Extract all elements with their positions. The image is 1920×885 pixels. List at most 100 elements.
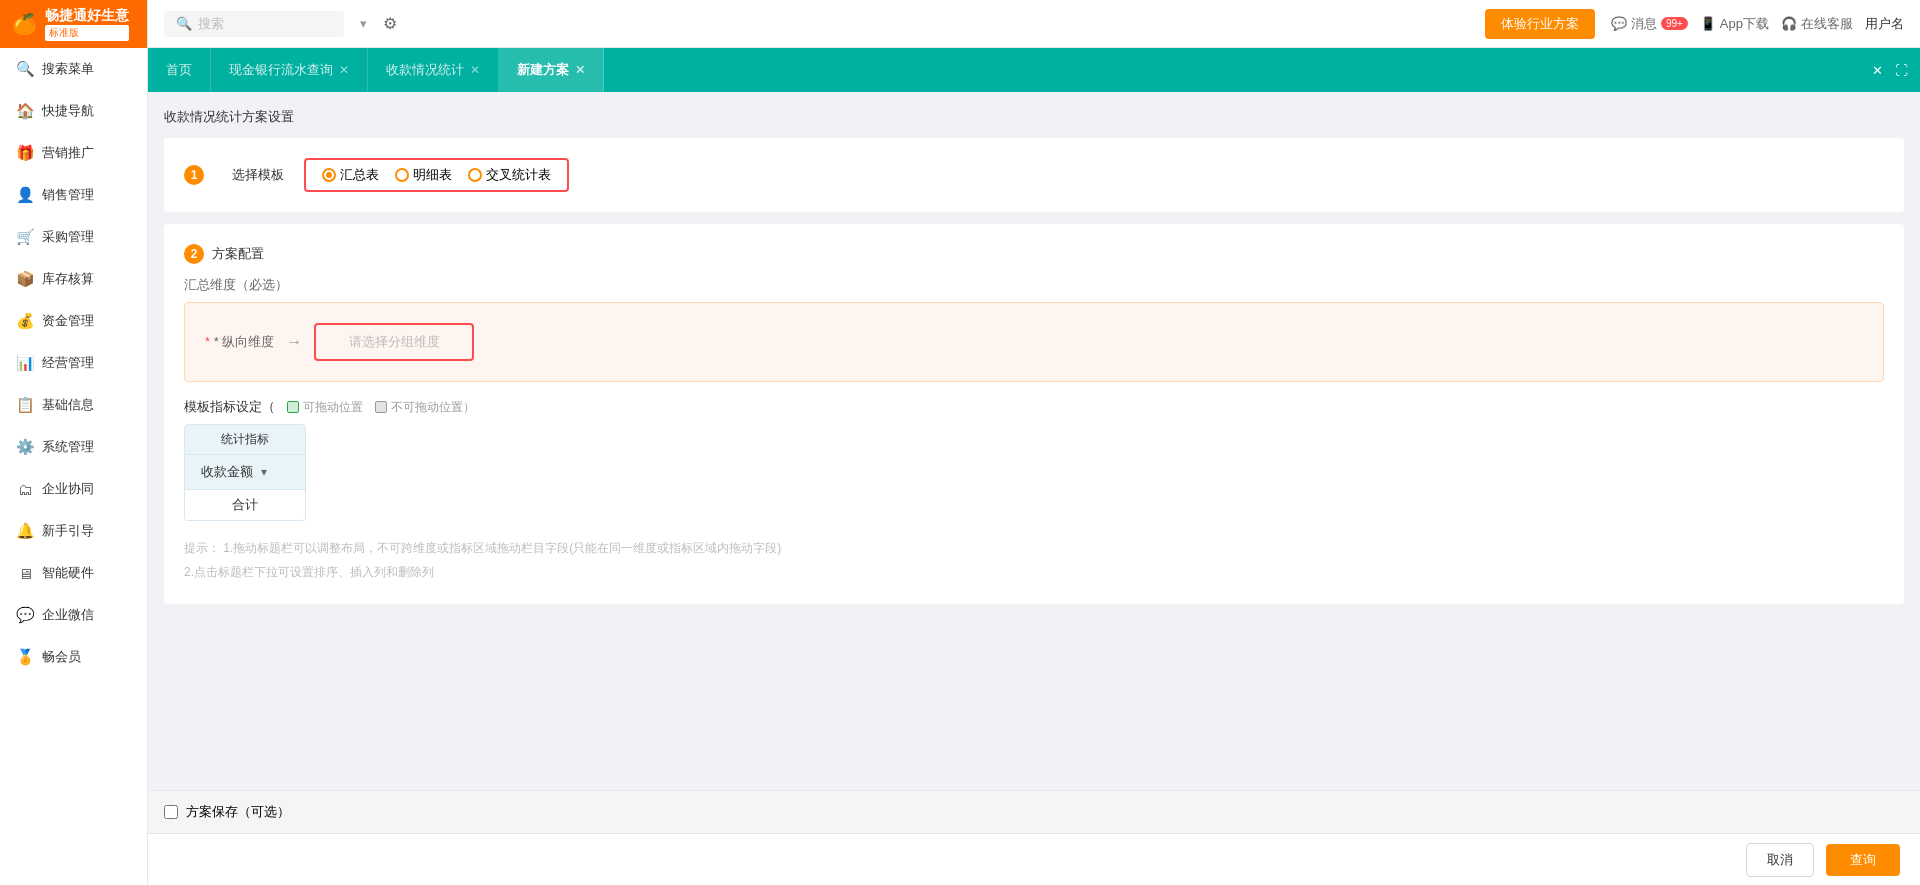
radio-cross-label: 交叉统计表: [486, 166, 551, 184]
service-icon: 🎧: [1781, 16, 1797, 31]
message-label: 消息: [1631, 15, 1657, 33]
tab-expand-controls: ✕ ⛶: [1860, 48, 1920, 92]
tab-home[interactable]: 首页: [148, 48, 211, 92]
tab-receipt[interactable]: 收款情况统计 ✕: [368, 48, 499, 92]
topbar-icon-group: 💬 消息 99+ 📱 App下载 🎧 在线客服 用户名: [1611, 15, 1904, 33]
trial-button[interactable]: 体验行业方案: [1485, 9, 1595, 39]
fixed-indicator: [375, 401, 387, 413]
home-icon: 🏠: [16, 102, 34, 120]
topbar-settings-icon[interactable]: ⚙: [383, 14, 397, 33]
sidebar-item-guide[interactable]: 🔔 新手引导: [0, 510, 147, 552]
tab-receipt-close[interactable]: ✕: [470, 63, 480, 77]
sidebar-item-nav[interactable]: 🏠 快捷导航: [0, 90, 147, 132]
hint-fixed: 不可拖动位置）: [375, 399, 475, 416]
message-badge: 99+: [1661, 17, 1688, 30]
tab-bar: 首页 现金银行流水查询 ✕ 收款情况统计 ✕ 新建方案 ✕ ✕ ⛶: [148, 48, 1920, 92]
search-icon: 🔍: [176, 16, 192, 31]
sidebar-item-basic[interactable]: 📋 基础信息: [0, 384, 147, 426]
summary-dim-label: 汇总维度（必选）: [184, 276, 1884, 294]
tab-new-plan-close[interactable]: ✕: [575, 63, 585, 77]
query-button[interactable]: 查询: [1826, 844, 1900, 876]
radio-detail[interactable]: 明细表: [395, 166, 452, 184]
metrics-table: 统计指标 收款金额 ▾ 合计: [184, 424, 306, 521]
topbar-search[interactable]: 🔍 搜索: [164, 11, 344, 37]
sidebar-item-label: 资金管理: [42, 312, 94, 330]
sidebar-item-wechat[interactable]: 💬 企业微信: [0, 594, 147, 636]
message-item[interactable]: 💬 消息 99+: [1611, 15, 1688, 33]
radio-cross[interactable]: 交叉统计表: [468, 166, 551, 184]
username[interactable]: 用户名: [1865, 15, 1904, 33]
save-label: 方案保存（可选）: [186, 803, 290, 821]
content-area: 收款情况统计方案设置 1 选择模板 汇总表 明细表 交: [148, 92, 1920, 790]
radio-detail-dot: [395, 168, 409, 182]
tab-receipt-label: 收款情况统计: [386, 61, 464, 79]
sidebar-item-system[interactable]: ⚙️ 系统管理: [0, 426, 147, 468]
metrics-section: 模板指标设定（ 可拖动位置 不可拖动位置） 统计指标 收款金额: [184, 398, 1884, 524]
logo-text: 畅捷通好生意: [45, 7, 129, 25]
metrics-table-header: 统计指标: [185, 425, 305, 455]
save-row: 方案保存（可选）: [148, 790, 1920, 833]
message-icon: 💬: [1611, 16, 1627, 31]
vertical-dim-label: * * 纵向维度: [205, 333, 274, 351]
template-options-box: 汇总表 明细表 交叉统计表: [304, 158, 569, 192]
tip-line2: 2.点击标题栏下拉可设置排序、插入列和删除列: [184, 560, 1884, 584]
cancel-button[interactable]: 取消: [1746, 843, 1814, 877]
chart-icon: 📊: [16, 354, 34, 372]
sidebar-item-label: 智能硬件: [42, 564, 94, 582]
tab-bank-close[interactable]: ✕: [339, 63, 349, 77]
logo-icon: 🍊: [12, 12, 37, 36]
sidebar-item-hardware[interactable]: 🖥 智能硬件: [0, 552, 147, 594]
sidebar-item-label: 基础信息: [42, 396, 94, 414]
sidebar-item-label: 企业微信: [42, 606, 94, 624]
radio-summary[interactable]: 汇总表: [322, 166, 379, 184]
box-icon: 📦: [16, 270, 34, 288]
sidebar-item-label: 系统管理: [42, 438, 94, 456]
sidebar-item-label: 经营管理: [42, 354, 94, 372]
radio-summary-label: 汇总表: [340, 166, 379, 184]
service-item[interactable]: 🎧 在线客服: [1781, 15, 1853, 33]
close-all-icon[interactable]: ✕: [1872, 63, 1883, 78]
tab-bank-label: 现金银行流水查询: [229, 61, 333, 79]
dropdown-arrow-icon[interactable]: ▾: [261, 465, 267, 479]
tip-line1: 提示： 1.拖动标题栏可以调整布局，不可跨维度或指标区域拖动栏目字段(只能在同一…: [184, 536, 1884, 560]
sidebar-item-label: 销售管理: [42, 186, 94, 204]
device-icon: 🖥: [16, 564, 34, 582]
save-checkbox[interactable]: [164, 805, 178, 819]
draggable-indicator: [287, 401, 299, 413]
sidebar-item-collab[interactable]: 🗂 企业协同: [0, 468, 147, 510]
sidebar-item-label: 新手引导: [42, 522, 94, 540]
logo-badge: 标准版: [45, 25, 129, 41]
member-icon: 🏅: [16, 648, 34, 666]
template-row: 1 选择模板 汇总表 明细表 交叉统计表: [184, 158, 1884, 192]
sidebar-item-label: 搜索菜单: [42, 60, 94, 78]
sidebar-logo: 🍊 畅捷通好生意 标准版: [0, 0, 147, 48]
info-icon: 📋: [16, 396, 34, 414]
step2-label: 方案配置: [212, 245, 264, 263]
topbar: 🔍 搜索 ▾ ⚙ 体验行业方案 💬 消息 99+ 📱 App下载 🎧 在线客服: [148, 0, 1920, 48]
sidebar-item-inventory[interactable]: 📦 库存核算: [0, 258, 147, 300]
sidebar-item-management[interactable]: 📊 经营管理: [0, 342, 147, 384]
step1-label: 选择模板: [232, 166, 284, 184]
sidebar-item-member[interactable]: 🏅 畅会员: [0, 636, 147, 678]
expand-icon[interactable]: ⛶: [1895, 63, 1908, 78]
tab-bank[interactable]: 现金银行流水查询 ✕: [211, 48, 368, 92]
download-item[interactable]: 📱 App下载: [1700, 15, 1769, 33]
sidebar-item-marketing[interactable]: 🎁 营销推广: [0, 132, 147, 174]
sidebar-item-finance[interactable]: 💰 资金管理: [0, 300, 147, 342]
sidebar-item-purchase[interactable]: 🛒 采购管理: [0, 216, 147, 258]
bell-icon: 🔔: [16, 522, 34, 540]
tab-new-plan[interactable]: 新建方案 ✕: [499, 48, 604, 92]
topbar-chevron[interactable]: ▾: [360, 16, 367, 31]
download-label: App下载: [1720, 15, 1769, 33]
metrics-hint: 模板指标设定（ 可拖动位置 不可拖动位置）: [184, 398, 1884, 416]
sidebar-item-label: 营销推广: [42, 144, 94, 162]
dimension-selector[interactable]: 请选择分组维度: [314, 323, 474, 361]
sidebar-item-sales[interactable]: 👤 销售管理: [0, 174, 147, 216]
sidebar-item-search[interactable]: 🔍 搜索菜单: [0, 48, 147, 90]
metrics-label-text: 模板指标设定（: [184, 399, 275, 414]
download-icon: 📱: [1700, 16, 1716, 31]
metrics-cell-amount[interactable]: 收款金额 ▾: [185, 455, 305, 489]
sidebar-item-label: 畅会员: [42, 648, 81, 666]
step1-badge: 1: [184, 165, 204, 185]
sidebar: 🍊 畅捷通好生意 标准版 🔍 搜索菜单 🏠 快捷导航 🎁 营销推广 👤 销售管理…: [0, 0, 148, 885]
